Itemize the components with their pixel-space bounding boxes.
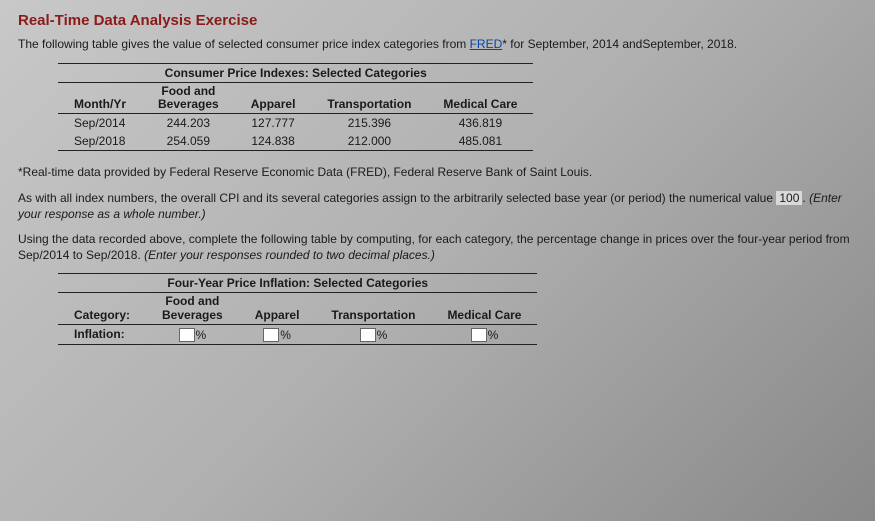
exercise-title: Real-Time Data Analysis Exercise bbox=[18, 12, 857, 29]
row1-food: 254.059 bbox=[142, 132, 235, 151]
inflation-transport-input[interactable] bbox=[360, 328, 376, 342]
col-apparel: Apparel bbox=[235, 83, 312, 114]
inflation-apparel-cell: % bbox=[239, 324, 316, 344]
col-food-l2: Beverages bbox=[158, 97, 219, 111]
inflation-label: Inflation: bbox=[58, 324, 146, 344]
col-month: Month/Yr bbox=[58, 83, 142, 114]
cpi-table: Consumer Price Indexes: Selected Categor… bbox=[58, 63, 533, 151]
instruction-paragraph: Using the data recorded above, complete … bbox=[18, 232, 857, 263]
t2-col-apparel: Apparel bbox=[239, 293, 316, 324]
base-value-highlight: 100 bbox=[776, 191, 802, 205]
base-year-paragraph: As with all index numbers, the overall C… bbox=[18, 191, 857, 222]
col-transport: Transportation bbox=[311, 83, 427, 114]
row0-apparel: 127.777 bbox=[235, 114, 312, 133]
row0-food: 244.203 bbox=[142, 114, 235, 133]
inflation-transport-cell: % bbox=[315, 324, 431, 344]
t2-col-transport: Transportation bbox=[315, 293, 431, 324]
inflation-food-input[interactable] bbox=[179, 328, 195, 342]
row0-month: Sep/2014 bbox=[58, 114, 142, 133]
t2-col-food-l2: Beverages bbox=[162, 308, 223, 322]
intro-prefix: The following table gives the value of s… bbox=[18, 37, 470, 51]
t2-col-food: Food and Beverages bbox=[146, 293, 239, 324]
row1-medical: 485.081 bbox=[427, 132, 533, 151]
row1-month: Sep/2018 bbox=[58, 132, 142, 151]
pct-transport: % bbox=[377, 328, 388, 342]
cpi-table-caption: Consumer Price Indexes: Selected Categor… bbox=[58, 64, 533, 83]
col-medical: Medical Care bbox=[427, 83, 533, 114]
inflation-medical-cell: % bbox=[431, 324, 537, 344]
para3-hint: (Enter your responses rounded to two dec… bbox=[144, 248, 435, 262]
para2-prefix: As with all index numbers, the overall C… bbox=[18, 191, 776, 205]
pct-medical: % bbox=[488, 328, 499, 342]
inflation-medical-input[interactable] bbox=[471, 328, 487, 342]
row0-transport: 215.396 bbox=[311, 114, 427, 133]
row0-medical: 436.819 bbox=[427, 114, 533, 133]
fred-link[interactable]: FRED bbox=[470, 37, 503, 51]
t2-col-category: Category: bbox=[58, 293, 146, 324]
col-food-l1: Food and bbox=[161, 84, 215, 98]
inflation-food-cell: % bbox=[146, 324, 239, 344]
intro-text: The following table gives the value of s… bbox=[18, 37, 857, 51]
pct-apparel: % bbox=[280, 328, 291, 342]
footnote-text: *Real-time data provided by Federal Rese… bbox=[18, 165, 857, 181]
t2-col-medical: Medical Care bbox=[431, 293, 537, 324]
pct-food: % bbox=[196, 328, 207, 342]
row1-apparel: 124.838 bbox=[235, 132, 312, 151]
col-food: Food and Beverages bbox=[142, 83, 235, 114]
inflation-table-caption: Four-Year Price Inflation: Selected Cate… bbox=[58, 274, 537, 293]
inflation-apparel-input[interactable] bbox=[263, 328, 279, 342]
row1-transport: 212.000 bbox=[311, 132, 427, 151]
intro-suffix: * for September, 2014 andSeptember, 2018… bbox=[502, 37, 737, 51]
t2-col-food-l1: Food and bbox=[165, 294, 219, 308]
inflation-table: Four-Year Price Inflation: Selected Cate… bbox=[58, 273, 537, 344]
